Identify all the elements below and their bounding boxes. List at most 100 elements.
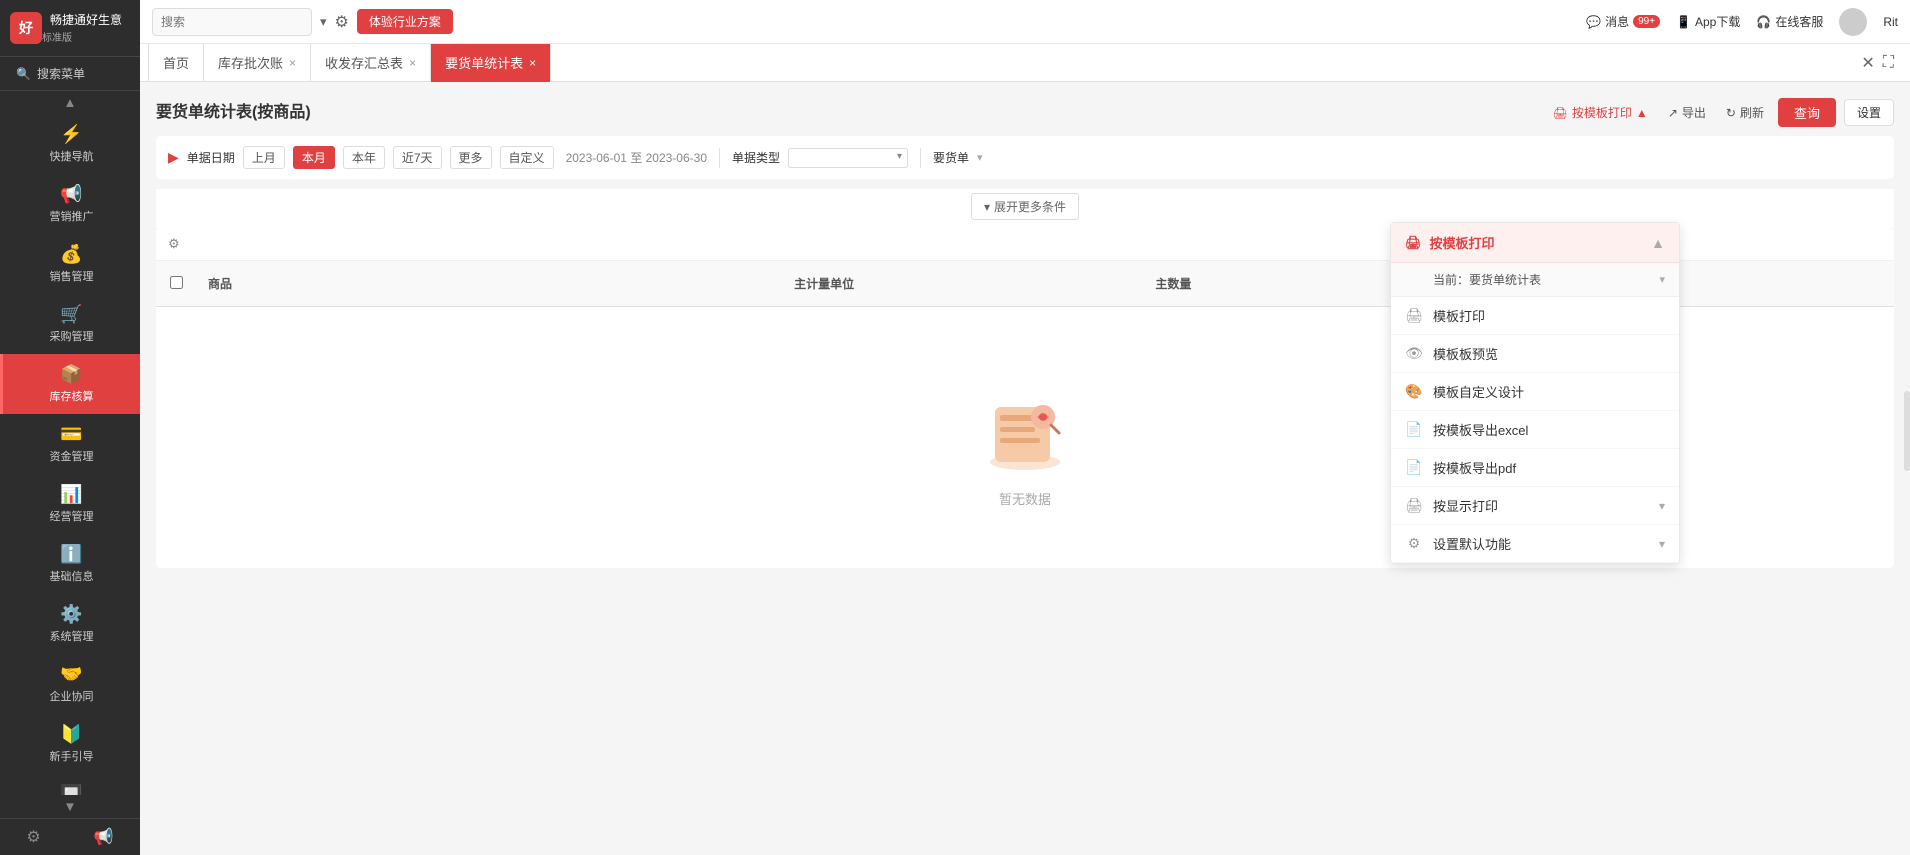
sidebar-logo: 好 畅捷通好生意 标准版	[0, 0, 140, 57]
dropdown-item-default-fn[interactable]: ⚙ 设置默认功能 ▾	[1391, 525, 1679, 563]
tab-home[interactable]: 首页	[148, 44, 204, 82]
username-label[interactable]: Rit	[1883, 15, 1898, 29]
col-header-check	[156, 270, 196, 298]
sidebar-item-purchase[interactable]: 🛒 采购管理	[0, 294, 140, 354]
chevron-up-icon: ▲	[1636, 106, 1648, 120]
sidebar-item-apps[interactable]: 🔲 应用中心	[0, 774, 140, 795]
sidebar-scroll-up[interactable]: ▲	[0, 91, 140, 114]
date-btn-this-month[interactable]: 本月	[293, 146, 335, 169]
headset-icon: 🎧	[1756, 15, 1771, 29]
sidebar-item-basic[interactable]: ℹ️ 基础信息	[0, 534, 140, 594]
sidebar-item-guide[interactable]: 🔰 新手引导	[0, 714, 140, 774]
query-button[interactable]: 查询	[1778, 98, 1836, 127]
window-close-icon[interactable]: ✕	[1861, 53, 1874, 73]
print-template-dropdown: 🖨 按模板打印 ▲ 当前：要货单统计表 ▾ 🖨 模板打印 👁 模板板预览 🎨 模…	[1390, 222, 1680, 564]
export-icon: ↗	[1668, 106, 1678, 120]
table-gear-icon[interactable]: ⚙	[168, 236, 180, 252]
sidebar-item-inventory[interactable]: 📦 库存核算	[0, 354, 140, 414]
dropdown-item-tpl-pdf[interactable]: 📄 按模板导出pdf	[1391, 449, 1679, 487]
search-icon: 🔍	[16, 67, 31, 81]
basic-icon: ℹ️	[60, 544, 82, 565]
sidebar-scroll-down[interactable]: ▼	[0, 795, 140, 818]
speaker-bottom-icon[interactable]: 📢	[94, 827, 114, 847]
date-range-label: 2023-06-01 至 2023-06-30	[566, 149, 707, 166]
sidebar-item-quick-nav[interactable]: ⚡ 快捷导航	[0, 114, 140, 174]
filter-expand-icon[interactable]: ▶	[168, 149, 179, 166]
export-button[interactable]: ↗ 导出	[1662, 100, 1712, 125]
tab-requisition-stats[interactable]: 要货单统计表 ×	[431, 44, 551, 82]
topbar: ▾ ⚙ 体验行业方案 💬 消息 99+ 📱 App下载 🎧 在线客服 Rit	[140, 0, 1910, 44]
sidebar-item-finance[interactable]: 💳 资金管理	[0, 414, 140, 474]
col-header-product: 商品	[196, 269, 782, 298]
printer-icon: 🖨	[1553, 106, 1568, 120]
select-all-checkbox[interactable]	[170, 276, 183, 289]
app-download-button[interactable]: 📱 App下载	[1676, 13, 1740, 30]
message-icon: 💬	[1586, 15, 1601, 29]
expand-more-button[interactable]: ▾ 展开更多条件	[971, 193, 1079, 220]
dropdown-item-tpl-preview[interactable]: 👁 模板板预览	[1391, 335, 1679, 373]
tab-receipt-summary[interactable]: 收发存汇总表 ×	[311, 44, 431, 82]
tab-close-receipt-summary[interactable]: ×	[409, 56, 416, 70]
empty-illustration	[975, 387, 1075, 477]
dropdown-chevron-up-icon[interactable]: ▲	[1651, 235, 1665, 251]
dropdown-item-tpl-print[interactable]: 🖨 模板打印	[1391, 297, 1679, 335]
messages-button[interactable]: 💬 消息 99+	[1586, 13, 1660, 30]
settings-bottom-icon[interactable]: ⚙	[26, 827, 40, 847]
date-btn-7days[interactable]: 近7天	[393, 146, 442, 169]
topbar-gear-icon[interactable]: ⚙	[335, 12, 349, 32]
dropdown-header[interactable]: 🖨 按模板打印 ▲	[1391, 223, 1679, 263]
sidebar-search[interactable]: 🔍 搜索菜单	[0, 57, 140, 91]
tab-close-requisition-stats[interactable]: ×	[529, 56, 536, 70]
refresh-button[interactable]: ↻ 刷新	[1720, 100, 1770, 125]
sidebar-item-operations[interactable]: 📊 经营管理	[0, 474, 140, 534]
user-avatar[interactable]	[1839, 8, 1867, 36]
dropdown-item-tpl-excel[interactable]: 📄 按模板导出excel	[1391, 411, 1679, 449]
date-btn-this-year[interactable]: 本年	[343, 146, 385, 169]
filter-divider	[719, 148, 720, 168]
app-logo-text: 畅捷通好生意 标准版	[42, 12, 122, 44]
message-badge: 99+	[1633, 15, 1660, 28]
sidebar-item-collab[interactable]: 🤝 企业协同	[0, 654, 140, 714]
sidebar-nav: ⚡ 快捷导航 📢 营销推广 💰 销售管理 🛒 采购管理 📦 库存核算 💳 资金管…	[0, 114, 140, 795]
tab-close-inventory-batch[interactable]: ×	[289, 56, 296, 70]
sidebar-item-marketing[interactable]: 📢 营销推广	[0, 174, 140, 234]
trial-button[interactable]: 体验行业方案	[357, 9, 453, 34]
dropdown-current-template[interactable]: 当前：要货单统计表 ▾	[1391, 263, 1679, 297]
sidebar-item-system[interactable]: ⚙️ 系统管理	[0, 594, 140, 654]
topbar-search-input[interactable]	[152, 8, 312, 36]
right-scrollbar[interactable]	[1904, 391, 1910, 471]
date-btn-custom[interactable]: 自定义	[500, 146, 554, 169]
display-print-icon: 🖨	[1405, 497, 1423, 514]
print-template-button[interactable]: 🖨 按模板打印 ▲	[1547, 100, 1654, 125]
filter-type-select-wrap	[788, 148, 908, 168]
topbar-right: 💬 消息 99+ 📱 App下载 🎧 在线客服 Rit	[1586, 8, 1898, 36]
printer-header-icon: 🖨	[1405, 235, 1422, 251]
finance-icon: 💳	[60, 424, 82, 445]
dropdown-item-display-print[interactable]: 🖨 按显示打印 ▾	[1391, 487, 1679, 525]
tpl-custom-icon: 🎨	[1405, 383, 1423, 400]
online-service-button[interactable]: 🎧 在线客服	[1756, 13, 1823, 30]
date-btn-more[interactable]: 更多	[450, 146, 492, 169]
refresh-icon: ↻	[1726, 106, 1736, 120]
filter-bar: ▶ 单据日期 上月 本月 本年 近7天 更多 自定义 2023-06-01 至 …	[156, 136, 1894, 179]
tabs-bar: 首页 库存批次账 × 收发存汇总表 × 要货单统计表 × ✕ ⛶	[140, 44, 1910, 82]
tab-inventory-batch[interactable]: 库存批次账 ×	[204, 44, 311, 82]
dropdown-item-tpl-custom[interactable]: 🎨 模板自定义设计	[1391, 373, 1679, 411]
col-header-unit: 主计量单位	[782, 269, 1143, 298]
tpl-preview-icon: 👁	[1405, 345, 1423, 362]
settings-button[interactable]: 设置	[1844, 99, 1894, 126]
action-bar: 🖨 按模板打印 ▲ ↗ 导出 ↻ 刷新 查询 设置	[1547, 98, 1894, 127]
inventory-icon: 📦	[60, 364, 82, 385]
filter-type-select[interactable]	[788, 148, 908, 168]
window-maximize-icon[interactable]: ⛶	[1883, 54, 1894, 72]
sidebar-bottom: ⚙ 📢	[0, 818, 140, 855]
default-fn-icon: ⚙	[1405, 535, 1423, 552]
filter-type2-dropdown-icon[interactable]: ▾	[977, 151, 983, 164]
default-fn-arrow: ▾	[1659, 537, 1665, 551]
topbar-dropdown-arrow[interactable]: ▾	[320, 14, 327, 30]
tpl-pdf-icon: 📄	[1405, 459, 1423, 476]
sidebar-item-sales[interactable]: 💰 销售管理	[0, 234, 140, 294]
tpl-print-icon: 🖨	[1405, 307, 1423, 324]
date-btn-last-month[interactable]: 上月	[243, 146, 285, 169]
phone-icon: 📱	[1676, 15, 1691, 29]
